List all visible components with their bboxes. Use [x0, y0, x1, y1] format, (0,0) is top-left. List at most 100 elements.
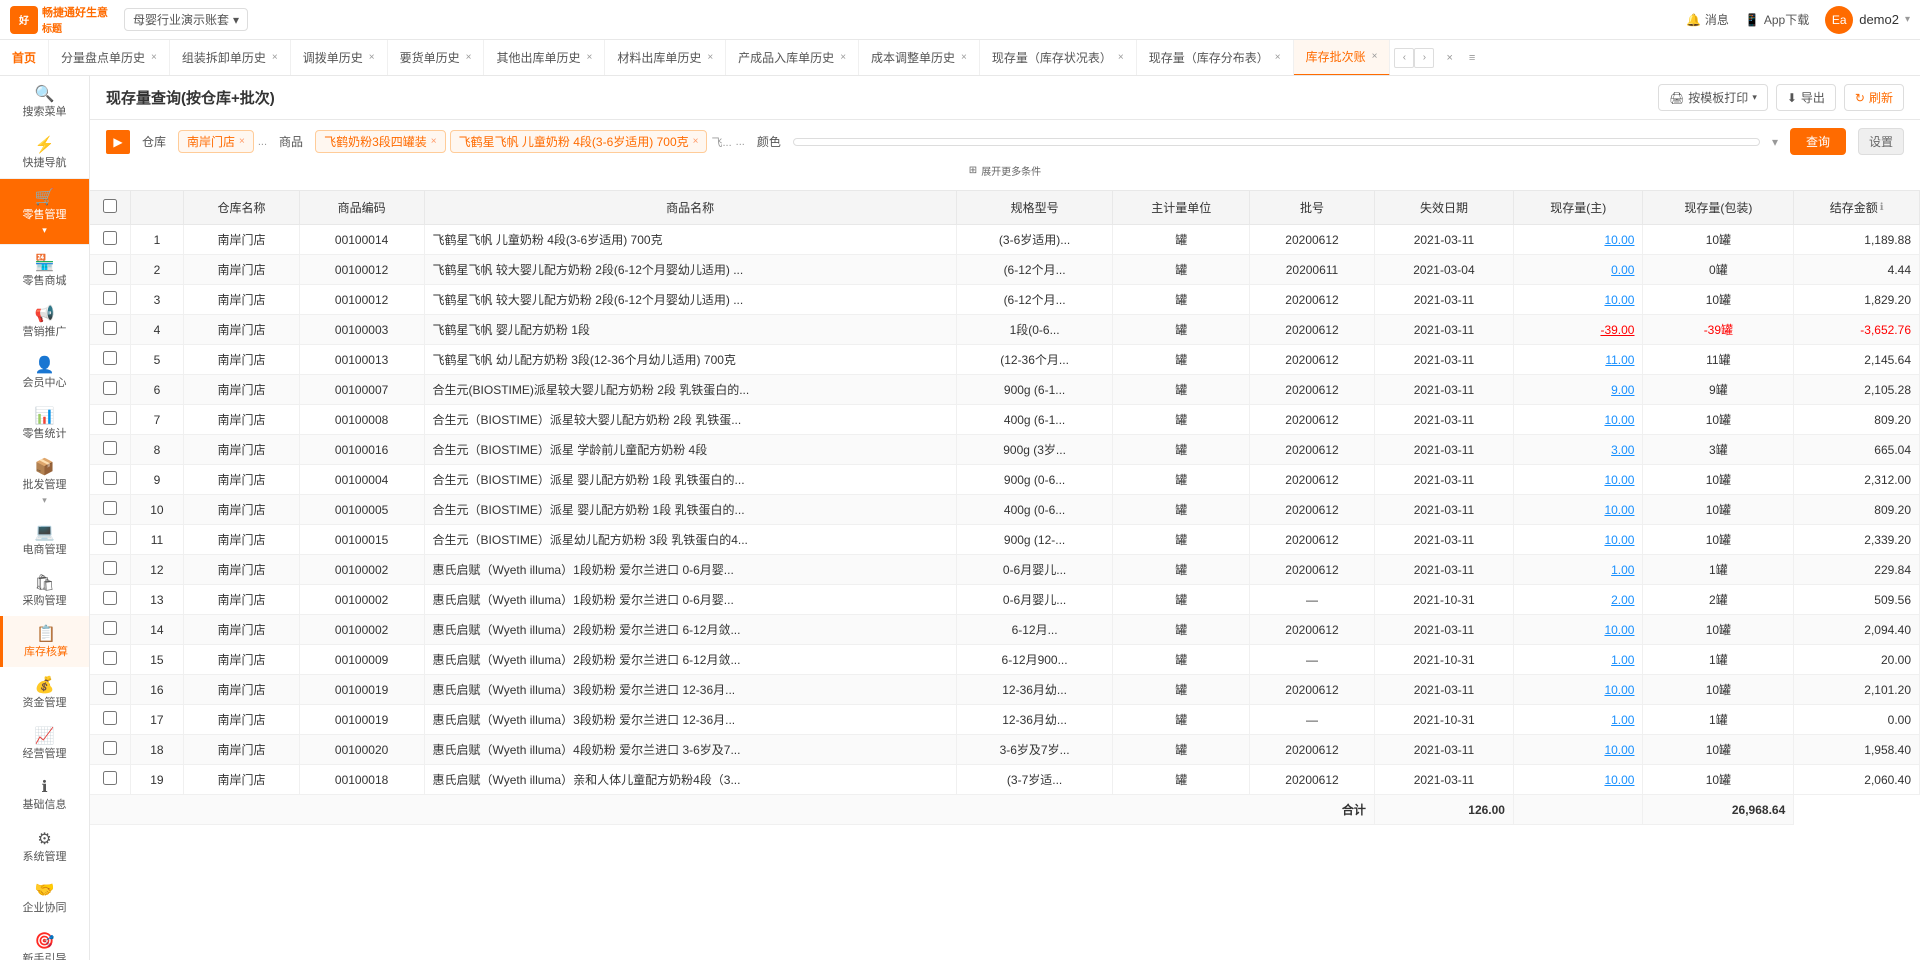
tab-home[interactable]: 首页 [0, 40, 49, 76]
sidebar-item-inventory[interactable]: 📋 库存核算 [0, 616, 89, 667]
tab-7[interactable]: 产成品入库单历史 × [726, 40, 859, 76]
sidebar-item-wholesale[interactable]: 📦 批发管理 ▾ [0, 449, 89, 513]
warehouse-tag-close[interactable]: × [239, 136, 245, 147]
sidebar-item-mall[interactable]: 🏪 零售商城 [0, 245, 89, 296]
qty-main-link[interactable]: 10.00 [1604, 413, 1634, 427]
refresh-button[interactable]: ↻ 刷新 [1844, 84, 1904, 111]
sidebar-item-search[interactable]: 🔍 搜索菜单 [0, 76, 89, 127]
message-button[interactable]: 🔔 消息 [1686, 11, 1729, 28]
nav-prev-button[interactable]: ‹ [1394, 48, 1414, 68]
sidebar-collapse-button[interactable]: ▶ [106, 130, 130, 154]
tab-selector[interactable]: 母婴行业演示账套 ▾ [124, 8, 248, 31]
tab-1[interactable]: 分量盘点单历史 × [49, 40, 170, 76]
row-checkbox[interactable] [103, 351, 117, 365]
row-checkbox[interactable] [103, 681, 117, 695]
close-icon[interactable]: × [272, 52, 278, 63]
qty-main-link[interactable]: 2.00 [1611, 593, 1634, 607]
sidebar-item-system[interactable]: ⚙ 系统管理 [0, 821, 89, 872]
close-icon[interactable]: × [1372, 51, 1378, 62]
qty-main-link[interactable]: 11.00 [1605, 353, 1634, 367]
warehouse-more[interactable]: ... [258, 136, 267, 148]
row-checkbox[interactable] [103, 741, 117, 755]
export-button[interactable]: ⬇ 导出 [1776, 84, 1836, 111]
sidebar-item-collab[interactable]: 🤝 企业协同 [0, 872, 89, 923]
qty-main-link[interactable]: 10.00 [1604, 623, 1634, 637]
print-button[interactable]: 🖨 按模板打印 ▾ [1658, 84, 1768, 111]
qty-main-link[interactable]: 9.00 [1611, 383, 1634, 397]
tab-4[interactable]: 要货单历史 × [388, 40, 485, 76]
goods-more[interactable]: 飞... [711, 134, 731, 150]
qty-main-link[interactable]: 10.00 [1604, 743, 1634, 757]
qty-main-link[interactable]: 10.00 [1604, 503, 1634, 517]
sidebar-item-marketing[interactable]: 📢 营销推广 [0, 296, 89, 347]
expand-conditions-button[interactable]: ⊞ 展开更多条件 [969, 159, 1041, 182]
row-checkbox[interactable] [103, 621, 117, 635]
row-checkbox[interactable] [103, 321, 117, 335]
sidebar-item-operations[interactable]: 📈 经营管理 [0, 718, 89, 769]
tab-3[interactable]: 调拨单历史 × [291, 40, 388, 76]
settings-button[interactable]: 设置 [1858, 128, 1904, 155]
goods-tag-2-close[interactable]: × [693, 136, 699, 147]
row-checkbox[interactable] [103, 261, 117, 275]
sidebar-item-members[interactable]: 👤 会员中心 [0, 347, 89, 398]
tab-6[interactable]: 材料出库单历史 × [605, 40, 726, 76]
sidebar-item-ecommerce[interactable]: 💻 电商管理 [0, 514, 89, 565]
close-icon[interactable]: × [586, 52, 592, 63]
row-checkbox[interactable] [103, 561, 117, 575]
tab-2[interactable]: 组装拆卸单历史 × [170, 40, 291, 76]
close-icon[interactable]: × [1118, 52, 1124, 63]
nav-close-all-button[interactable]: × [1438, 52, 1460, 64]
tab-9[interactable]: 现存量（库存状况表） × [980, 40, 1137, 76]
row-checkbox[interactable] [103, 531, 117, 545]
close-icon[interactable]: × [151, 52, 157, 63]
close-icon[interactable]: × [840, 52, 846, 63]
qty-main-link[interactable]: 10.00 [1604, 293, 1634, 307]
row-checkbox[interactable] [103, 771, 117, 785]
qty-main-link[interactable]: 10.00 [1604, 533, 1634, 547]
app-download-button[interactable]: 📱 App下载 [1745, 11, 1809, 28]
user-profile[interactable]: Ea demo2 ▾ [1825, 6, 1910, 34]
select-all-checkbox[interactable] [103, 199, 117, 213]
sidebar-item-basic-info[interactable]: ℹ 基础信息 [0, 769, 89, 820]
sidebar-item-retail-stats[interactable]: 📊 零售统计 [0, 398, 89, 449]
qty-main-link[interactable]: 3.00 [1611, 443, 1634, 457]
qty-main-link[interactable]: 0.00 [1611, 263, 1634, 277]
qty-main-link[interactable]: -39.00 [1600, 323, 1634, 337]
qty-main-link[interactable]: 1.00 [1611, 563, 1634, 577]
tab-active[interactable]: 库存批次账 × [1294, 40, 1391, 76]
row-checkbox[interactable] [103, 591, 117, 605]
close-icon[interactable]: × [466, 52, 472, 63]
sidebar-item-quick-nav[interactable]: ⚡ 快捷导航 [0, 127, 89, 178]
tab-10[interactable]: 现存量（库存分布表） × [1137, 40, 1294, 76]
sidebar-item-retail-mgmt[interactable]: 🛒 零售管理 ▾ [0, 179, 89, 243]
close-icon[interactable]: × [707, 52, 713, 63]
tab-5[interactable]: 其他出库单历史 × [484, 40, 605, 76]
qty-main-link[interactable]: 10.00 [1604, 233, 1634, 247]
query-button[interactable]: 查询 [1790, 128, 1846, 155]
row-checkbox[interactable] [103, 381, 117, 395]
goods-ellipsis[interactable]: ... [736, 136, 745, 148]
close-icon[interactable]: × [961, 52, 967, 63]
qty-main-link[interactable]: 10.00 [1604, 683, 1634, 697]
row-checkbox[interactable] [103, 501, 117, 515]
nav-next-button[interactable]: › [1414, 48, 1434, 68]
row-checkbox[interactable] [103, 441, 117, 455]
color-input[interactable] [793, 138, 1760, 146]
nav-menu-button[interactable]: ≡ [1461, 52, 1483, 64]
qty-main-link[interactable]: 10.00 [1604, 473, 1634, 487]
row-checkbox[interactable] [103, 471, 117, 485]
sidebar-item-finance[interactable]: 💰 资金管理 [0, 667, 89, 718]
close-icon[interactable]: × [1275, 52, 1281, 63]
sidebar-item-guide[interactable]: 🎯 新手引导 [0, 923, 89, 960]
close-icon[interactable]: × [369, 52, 375, 63]
row-checkbox[interactable] [103, 231, 117, 245]
row-checkbox[interactable] [103, 411, 117, 425]
qty-main-link[interactable]: 10.00 [1604, 773, 1634, 787]
qty-main-link[interactable]: 1.00 [1611, 713, 1634, 727]
row-checkbox[interactable] [103, 291, 117, 305]
qty-main-link[interactable]: 1.00 [1611, 653, 1634, 667]
row-checkbox[interactable] [103, 651, 117, 665]
sidebar-item-purchase[interactable]: 🛍 采购管理 [0, 565, 89, 616]
row-checkbox[interactable] [103, 711, 117, 725]
goods-tag-1-close[interactable]: × [431, 136, 437, 147]
